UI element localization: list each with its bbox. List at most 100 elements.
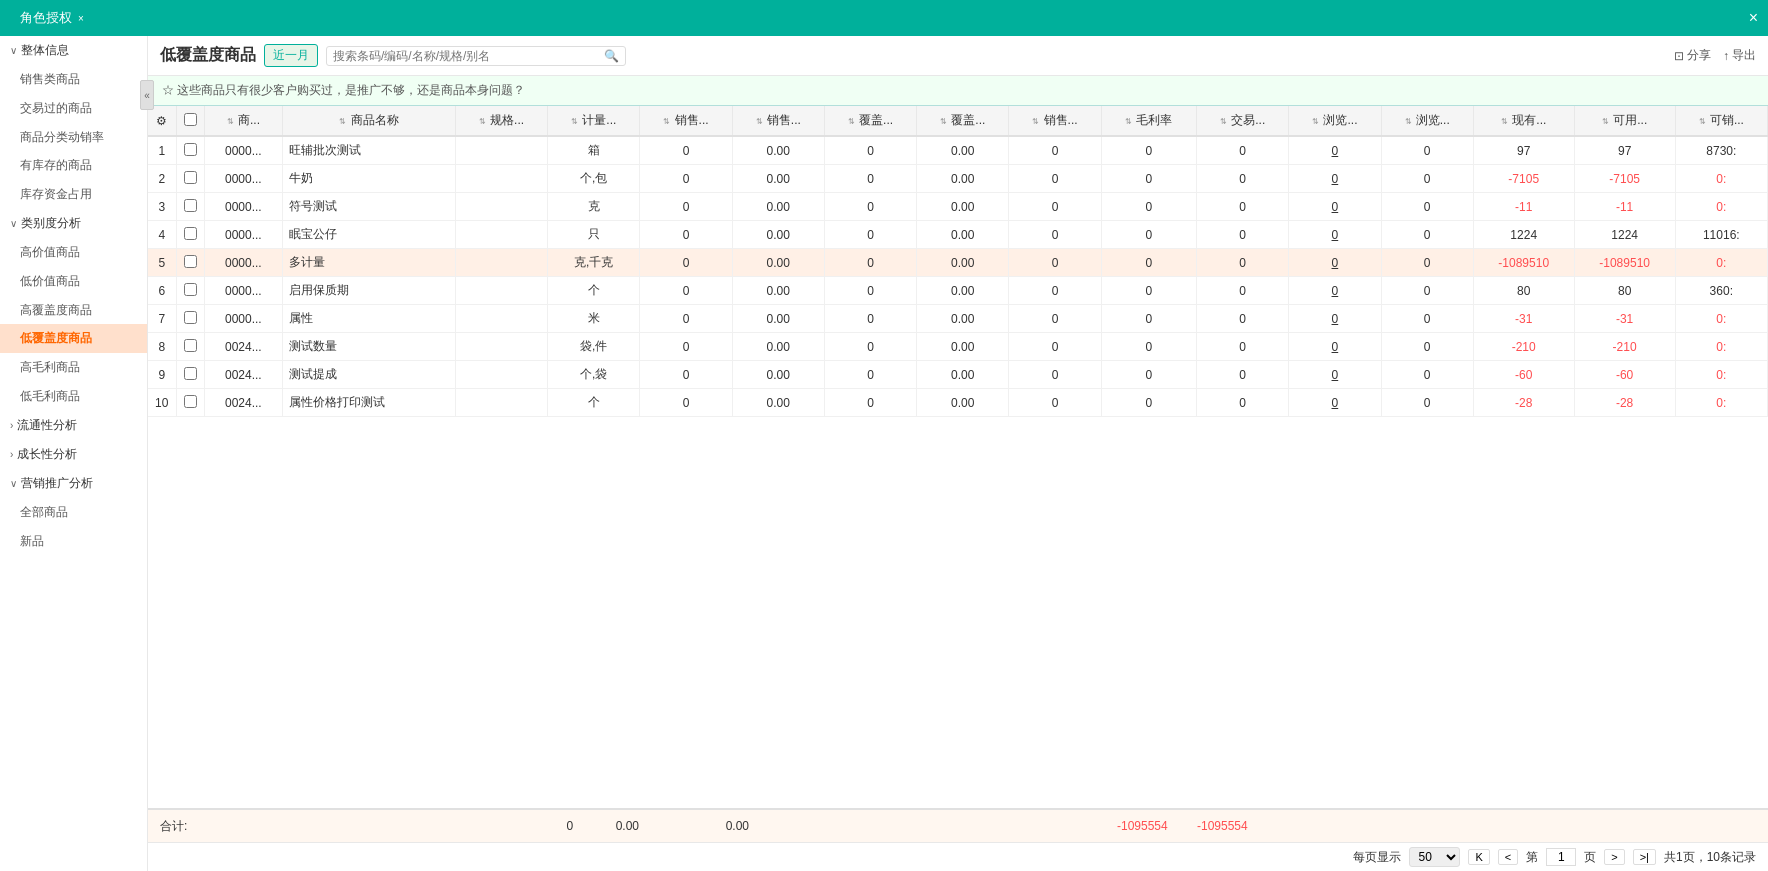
cell-browse1[interactable]: 0: [1289, 389, 1381, 417]
page-label2: 页: [1584, 849, 1596, 866]
cell-gross_margin: 0: [1101, 333, 1196, 361]
nav-tab-close-4[interactable]: ×: [78, 13, 84, 24]
sidebar-item-0-3[interactable]: 有库存的商品: [0, 151, 147, 180]
cell-browse1[interactable]: 0: [1289, 333, 1381, 361]
cell-checkbox[interactable]: [176, 333, 204, 361]
cell-browse1[interactable]: 0: [1289, 221, 1381, 249]
export-button[interactable]: ↑ 导出: [1723, 47, 1756, 64]
col-header-unit[interactable]: ⇅ 计量...: [548, 106, 640, 136]
table-row: 70000...属性米00.0000.0000000-31-310:: [148, 305, 1768, 333]
col-header-browse1[interactable]: ⇅ 浏览...: [1289, 106, 1381, 136]
sidebar-section-arrow-0: ∨: [10, 45, 17, 56]
col-header-browse2[interactable]: ⇅ 浏览...: [1381, 106, 1473, 136]
total-value: [932, 819, 992, 833]
row-checkbox-7[interactable]: [184, 339, 197, 352]
cell-checkbox[interactable]: [176, 249, 204, 277]
col-header-coverage2[interactable]: ⇅ 覆盖...: [917, 106, 1009, 136]
select-all-checkbox[interactable]: [184, 113, 197, 126]
cell-code: 0000...: [204, 305, 283, 333]
cell-coverage2: 0.00: [917, 305, 1009, 333]
cell-gross_margin: 0: [1101, 305, 1196, 333]
page-size-label: 每页显示: [1353, 849, 1401, 866]
cell-browse1[interactable]: 0: [1289, 277, 1381, 305]
close-all-button[interactable]: ×: [1749, 9, 1758, 27]
sidebar-item-1-0[interactable]: 高价值商品: [0, 238, 147, 267]
cell-browse1[interactable]: 0: [1289, 305, 1381, 333]
table-row: 60000...启用保质期个00.0000.00000008080360:: [148, 277, 1768, 305]
sidebar: ∨ 整体信息销售类商品交易过的商品商品分类动销率有库存的商品库存资金占用∨类别度分…: [0, 36, 148, 871]
nav-tab-4[interactable]: 角色授权×: [8, 5, 122, 31]
col-header-gross_margin[interactable]: ⇅ 毛利率: [1101, 106, 1196, 136]
col-header-sales_amount[interactable]: ⇅ 销售...: [732, 106, 824, 136]
sidebar-item-0-0[interactable]: 销售类商品: [0, 65, 147, 94]
sidebar-item-0-2[interactable]: 商品分类动销率: [0, 123, 147, 152]
sidebar-section-1[interactable]: ∨类别度分析: [0, 209, 147, 238]
prev-page-button[interactable]: <: [1498, 849, 1518, 865]
cell-checkbox[interactable]: [176, 361, 204, 389]
row-checkbox-0[interactable]: [184, 143, 197, 156]
cell-browse1[interactable]: 0: [1289, 165, 1381, 193]
row-checkbox-9[interactable]: [184, 395, 197, 408]
row-checkbox-8[interactable]: [184, 367, 197, 380]
cell-spec: [455, 193, 547, 221]
cell-current_stock: -7105: [1473, 165, 1574, 193]
sidebar-item-1-4[interactable]: 高毛利商品: [0, 353, 147, 382]
row-checkbox-4[interactable]: [184, 255, 197, 268]
col-header-spec[interactable]: ⇅ 规格...: [455, 106, 547, 136]
cell-name: 牛奶: [283, 165, 456, 193]
first-page-button[interactable]: K: [1468, 849, 1489, 865]
cell-checkbox[interactable]: [176, 305, 204, 333]
filter-period-button[interactable]: 近一月: [264, 44, 318, 67]
col-header-coverage1[interactable]: ⇅ 覆盖...: [824, 106, 916, 136]
row-checkbox-6[interactable]: [184, 311, 197, 324]
sidebar-section-4[interactable]: ∨营销推广分析: [0, 469, 147, 498]
search-input[interactable]: [333, 49, 600, 63]
col-header-available_stock[interactable]: ⇅ 可用...: [1574, 106, 1675, 136]
cell-sellable: 360:: [1675, 277, 1767, 305]
col-header-sales3[interactable]: ⇅ 销售...: [1009, 106, 1101, 136]
next-page-button[interactable]: >: [1604, 849, 1624, 865]
sidebar-section-label-1: 类别度分析: [21, 215, 81, 232]
page-size-select[interactable]: 50 20 100: [1409, 847, 1460, 867]
col-header-transaction[interactable]: ⇅ 交易...: [1197, 106, 1289, 136]
table-row: 80024...测试数量袋,件00.0000.0000000-210-2100:: [148, 333, 1768, 361]
cell-browse1[interactable]: 0: [1289, 193, 1381, 221]
col-header-code[interactable]: ⇅ 商...: [204, 106, 283, 136]
sidebar-item-1-2[interactable]: 高覆盖度商品: [0, 296, 147, 325]
row-checkbox-5[interactable]: [184, 283, 197, 296]
sidebar-item-0-4[interactable]: 库存资金占用: [0, 180, 147, 209]
sidebar-section-label-0: 整体信息: [21, 42, 69, 59]
row-checkbox-2[interactable]: [184, 199, 197, 212]
cell-checkbox[interactable]: [176, 193, 204, 221]
col-header-sales_qty[interactable]: ⇅ 销售...: [640, 106, 732, 136]
share-button[interactable]: ⊡ 分享: [1674, 47, 1711, 64]
cell-browse1[interactable]: 0: [1289, 361, 1381, 389]
col-header-name[interactable]: ⇅ 商品名称: [283, 106, 456, 136]
row-checkbox-1[interactable]: [184, 171, 197, 184]
sidebar-item-1-3[interactable]: 低覆盖度商品: [0, 324, 147, 353]
cell-browse1[interactable]: 0: [1289, 136, 1381, 165]
sidebar-section-0[interactable]: ∨ 整体信息: [0, 36, 147, 65]
sidebar-section-2[interactable]: ›流通性分析: [0, 411, 147, 440]
row-checkbox-3[interactable]: [184, 227, 197, 240]
sidebar-item-1-5[interactable]: 低毛利商品: [0, 382, 147, 411]
sidebar-item-4-0[interactable]: 全部商品: [0, 498, 147, 527]
cell-checkbox[interactable]: [176, 221, 204, 249]
sidebar-item-4-1[interactable]: 新品: [0, 527, 147, 556]
cell-available_stock: 97: [1574, 136, 1675, 165]
cell-checkbox[interactable]: [176, 389, 204, 417]
last-page-button[interactable]: >|: [1633, 849, 1656, 865]
cell-sales_qty: 0: [640, 249, 732, 277]
page-number-input[interactable]: [1546, 848, 1576, 866]
col-header-current_stock[interactable]: ⇅ 现有...: [1473, 106, 1574, 136]
cell-checkbox[interactable]: [176, 277, 204, 305]
sidebar-item-0-1[interactable]: 交易过的商品: [0, 94, 147, 123]
cell-checkbox[interactable]: [176, 165, 204, 193]
cell-browse1[interactable]: 0: [1289, 249, 1381, 277]
sidebar-collapse-button[interactable]: «: [140, 80, 154, 110]
sidebar-item-1-1[interactable]: 低价值商品: [0, 267, 147, 296]
col-header-sellable[interactable]: ⇅ 可销...: [1675, 106, 1767, 136]
cell-sales3: 0: [1009, 193, 1101, 221]
sidebar-section-3[interactable]: ›成长性分析: [0, 440, 147, 469]
cell-checkbox[interactable]: [176, 136, 204, 165]
